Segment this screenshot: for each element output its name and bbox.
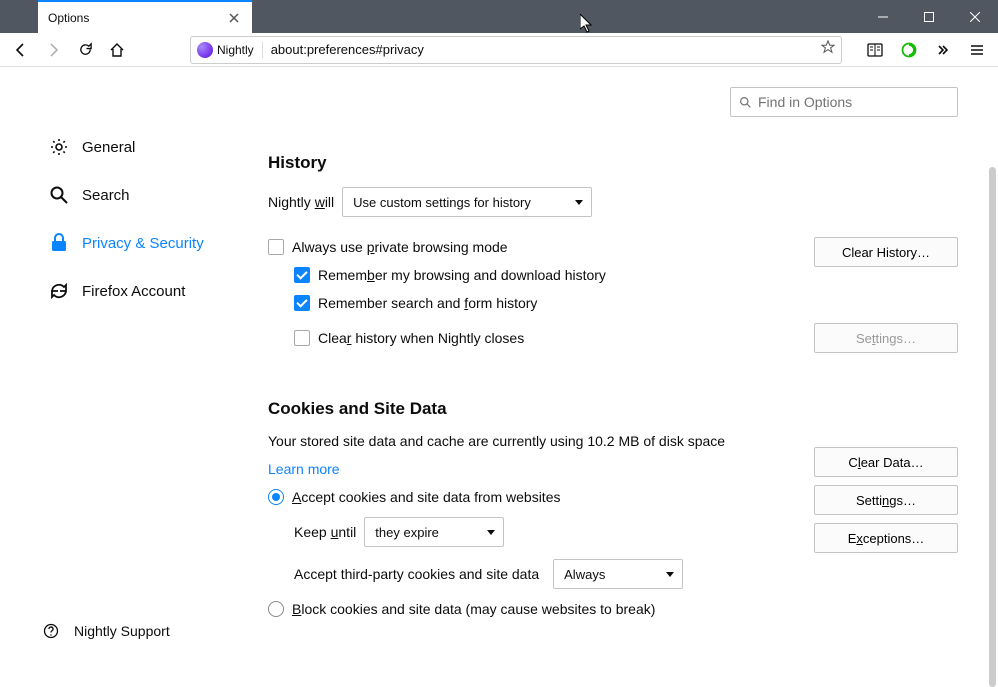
overflow-icon[interactable] [928, 35, 958, 65]
clear-on-close-checkbox[interactable] [294, 330, 310, 346]
find-in-options-input[interactable] [758, 94, 949, 110]
gear-icon [48, 136, 70, 158]
sidebar-item-support[interactable]: Nightly Support [40, 620, 170, 642]
remember-browsing-label: Remember my browsing and download histor… [318, 267, 606, 283]
third-party-select[interactable]: Always [553, 559, 683, 589]
cookies-settings-button[interactable]: Settings… [814, 485, 958, 515]
search-icon [739, 96, 752, 109]
sidebar-item-label: Nightly Support [74, 623, 170, 639]
cookies-heading: Cookies and Site Data [268, 399, 958, 419]
clear-on-close-settings-button: Settings… [814, 323, 958, 353]
sidebar-item-general[interactable]: General [40, 127, 240, 167]
sidebar-item-account[interactable]: Firefox Account [40, 271, 240, 311]
history-mode-label: Nightly will [268, 194, 334, 210]
keep-until-select[interactable]: they expire [364, 517, 504, 547]
keep-until-label: Keep until [294, 524, 356, 540]
search-icon [48, 184, 70, 206]
scrollbar[interactable] [989, 167, 996, 687]
remember-search-label: Remember search and form history [318, 295, 537, 311]
accept-cookies-radio[interactable] [268, 489, 284, 505]
nightly-icon [197, 42, 213, 58]
menu-icon[interactable] [962, 35, 992, 65]
sidebar-item-label: Privacy & Security [82, 235, 204, 252]
cookies-exceptions-button[interactable]: Exceptions… [814, 523, 958, 553]
sidebar-item-search[interactable]: Search [40, 175, 240, 215]
identity-label: Nightly [217, 43, 254, 57]
help-icon [40, 620, 62, 642]
sync-icon [48, 280, 70, 302]
find-in-options[interactable] [730, 87, 958, 117]
window-controls [860, 0, 998, 33]
sidebar-item-label: General [82, 139, 135, 156]
clear-data-button[interactable]: Clear Data… [814, 447, 958, 477]
block-cookies-label: Block cookies and site data (may cause w… [292, 601, 655, 617]
preferences-content: General Search Privacy & Security Firefo… [0, 67, 998, 666]
clear-history-button[interactable]: Clear History… [814, 237, 958, 267]
preferences-main: History Clear History… Nightly will Use … [240, 67, 998, 666]
learn-more-link[interactable]: Learn more [268, 461, 340, 477]
reader-view-icon[interactable] [860, 35, 890, 65]
sidebar-item-label: Firefox Account [82, 283, 185, 300]
remember-search-checkbox[interactable] [294, 295, 310, 311]
close-window-button[interactable] [952, 0, 998, 33]
history-heading: History [268, 153, 958, 173]
always-private-checkbox[interactable] [268, 239, 284, 255]
url-text: about:preferences#privacy [271, 42, 821, 57]
block-cookies-radio[interactable] [268, 601, 284, 617]
clear-on-close-label: Clear history when Nightly closes [318, 330, 524, 346]
sidebar-item-label: Search [82, 187, 130, 204]
url-bar[interactable]: Nightly about:preferences#privacy [190, 36, 842, 64]
bookmark-star-icon[interactable] [821, 40, 835, 59]
browser-tab[interactable]: Options [38, 0, 252, 33]
accept-cookies-label: Accept cookies and site data from websit… [292, 489, 560, 505]
back-button[interactable] [6, 35, 36, 65]
minimize-button[interactable] [860, 0, 906, 33]
remember-browsing-checkbox[interactable] [294, 267, 310, 283]
history-mode-select[interactable]: Use custom settings for history [342, 187, 592, 217]
identity-box[interactable]: Nightly [197, 42, 263, 58]
maximize-button[interactable] [906, 0, 952, 33]
sidebar-item-privacy[interactable]: Privacy & Security [40, 223, 240, 263]
reload-button[interactable] [70, 35, 100, 65]
tab-title: Options [48, 11, 226, 25]
extension-icon[interactable] [894, 35, 924, 65]
home-button[interactable] [102, 35, 132, 65]
third-party-label: Accept third-party cookies and site data [294, 566, 539, 582]
always-private-label: Always use private browsing mode [292, 239, 508, 255]
stored-data-text: Your stored site data and cache are curr… [268, 433, 725, 449]
lock-icon [48, 232, 70, 254]
forward-button[interactable] [38, 35, 68, 65]
preferences-sidebar: General Search Privacy & Security Firefo… [0, 67, 240, 666]
close-tab-icon[interactable] [226, 10, 242, 26]
nav-toolbar: Nightly about:preferences#privacy [0, 33, 998, 67]
titlebar: Options [0, 0, 998, 33]
